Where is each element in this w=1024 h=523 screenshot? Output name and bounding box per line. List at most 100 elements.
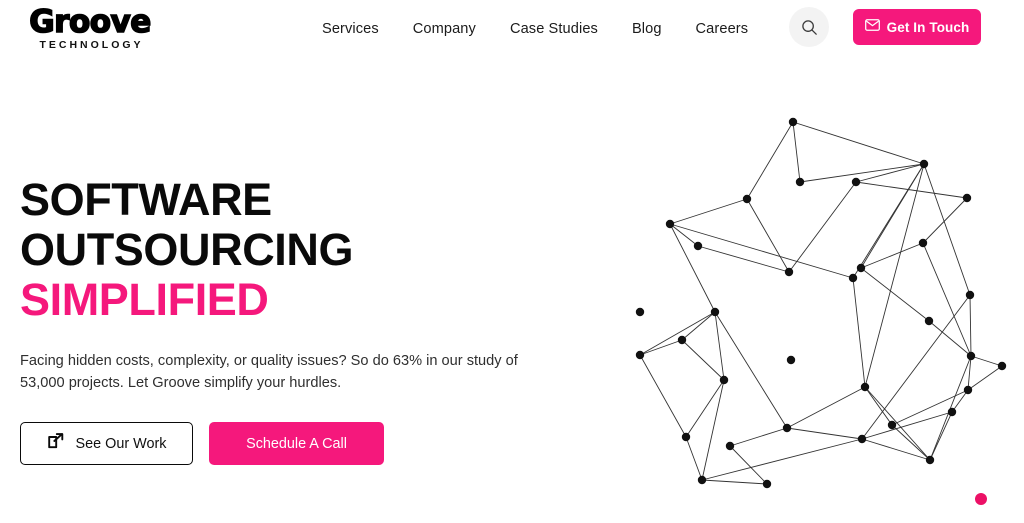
network-edge	[669, 223, 699, 247]
network-edge	[860, 242, 924, 269]
network-edge	[864, 163, 925, 388]
network-edge	[967, 355, 972, 391]
hero-title-line-1: SOFTWARE	[20, 174, 272, 225]
network-node	[795, 177, 805, 187]
network-node	[784, 267, 794, 277]
network-edge	[861, 438, 931, 461]
network-edge	[669, 223, 854, 279]
network-node	[962, 193, 972, 203]
network-edge	[969, 294, 972, 357]
network-node	[782, 423, 792, 433]
nav-item-services[interactable]: Services	[322, 21, 379, 37]
network-edge	[861, 294, 971, 440]
landing-page: Groove TECHNOLOGY Services Company Case …	[0, 0, 1024, 523]
network-node	[887, 420, 897, 430]
network-edge	[746, 198, 790, 273]
network-node	[762, 479, 772, 489]
network-node	[710, 307, 720, 317]
network-edge	[891, 389, 969, 426]
network-node	[924, 316, 934, 326]
groove-technology-logo[interactable]: Groove TECHNOLOGY	[20, 5, 160, 53]
nav-item-company[interactable]: Company	[413, 21, 476, 37]
network-edge	[729, 427, 788, 447]
network-node	[919, 159, 929, 169]
network-node	[857, 434, 867, 444]
network-edge	[681, 339, 725, 381]
network-node	[918, 238, 928, 248]
hero-title-line-3: SIMPLIFIED	[20, 274, 269, 325]
network-edge	[891, 424, 931, 461]
network-node	[851, 177, 861, 187]
network-edges	[639, 121, 1003, 485]
network-node	[697, 475, 707, 485]
network-edge	[685, 379, 725, 438]
network-edge	[792, 121, 925, 165]
network-edge	[929, 355, 972, 461]
logo-wordmark: Groove	[28, 4, 152, 40]
network-node	[856, 263, 866, 273]
network-node	[719, 375, 729, 385]
network-edge	[864, 386, 893, 426]
network-edge	[852, 163, 925, 279]
network-node	[965, 290, 975, 300]
network-node	[693, 241, 703, 251]
network-node	[925, 455, 935, 465]
network-node	[665, 219, 675, 229]
network-node	[681, 432, 691, 442]
search-icon	[801, 19, 818, 36]
network-edge	[855, 163, 925, 183]
main-navigation: Services Company Case Studies Blog Caree…	[322, 0, 748, 58]
network-node	[947, 407, 957, 417]
network-edge	[786, 427, 863, 440]
schedule-a-call-button[interactable]: Schedule A Call	[209, 422, 384, 465]
network-edge	[701, 479, 768, 485]
network-node	[635, 350, 645, 360]
network-edge	[669, 198, 748, 225]
network-edge	[681, 311, 716, 341]
network-edge	[746, 121, 794, 200]
search-button[interactable]	[789, 7, 829, 47]
nav-item-blog[interactable]: Blog	[632, 21, 662, 37]
network-node	[848, 273, 858, 283]
external-link-icon	[47, 432, 65, 455]
hero-subtitle: Facing hidden costs, complexity, or qual…	[20, 353, 518, 391]
network-edge	[861, 411, 953, 440]
network-edge	[792, 121, 801, 183]
network-edge	[929, 411, 953, 461]
carousel-dot[interactable]	[975, 493, 987, 505]
network-edge	[786, 386, 866, 429]
network-node	[788, 117, 798, 127]
network-edge	[639, 339, 683, 356]
network-edge	[799, 163, 925, 183]
network-edge	[928, 320, 972, 357]
network-node	[966, 351, 976, 361]
see-our-work-button[interactable]: See Our Work	[20, 422, 193, 465]
network-edge	[714, 311, 725, 381]
get-in-touch-button[interactable]: Get In Touch	[853, 9, 981, 45]
network-edge	[852, 277, 866, 388]
network-edge	[922, 197, 968, 244]
network-node-illustration	[610, 95, 1024, 523]
hero-actions: See Our Work Schedule A Call	[20, 422, 580, 465]
network-node	[677, 335, 687, 345]
network-edge	[685, 436, 703, 481]
network-edge	[860, 267, 930, 322]
network-node	[635, 307, 645, 317]
see-our-work-label: See Our Work	[75, 435, 167, 452]
network-edge	[967, 365, 1003, 391]
nav-item-careers[interactable]: Careers	[696, 21, 749, 37]
network-edge	[923, 163, 971, 296]
hero-title: SOFTWARE OUTSOURCING SIMPLIFIED	[20, 175, 580, 325]
network-node	[786, 355, 796, 365]
network-edge	[701, 379, 725, 481]
network-node	[742, 194, 752, 204]
network-edge	[970, 355, 1003, 367]
site-header: Groove TECHNOLOGY Services Company Case …	[0, 0, 1024, 58]
network-edge	[864, 386, 931, 461]
hero-title-line-2: OUTSOURCING	[20, 224, 354, 275]
hero-content: SOFTWARE OUTSOURCING SIMPLIFIED Facing h…	[20, 175, 580, 465]
nav-item-case-studies[interactable]: Case Studies	[510, 21, 598, 37]
network-edge	[697, 245, 790, 273]
get-in-touch-label: Get In Touch	[886, 19, 970, 35]
network-node	[997, 361, 1007, 371]
